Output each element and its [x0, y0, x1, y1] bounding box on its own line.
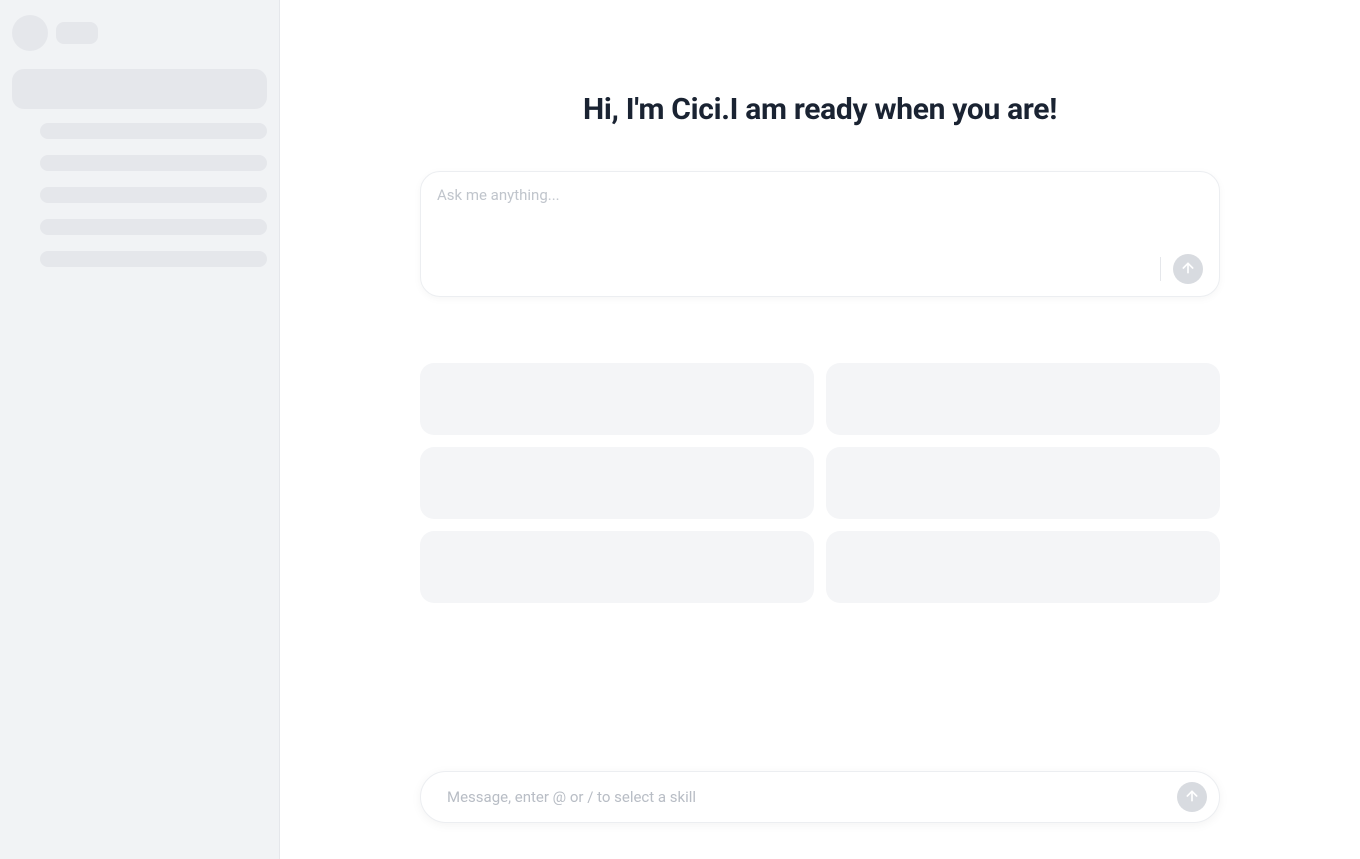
sidebar-header [12, 15, 267, 51]
sidebar-line-skeleton [40, 155, 267, 171]
name-skeleton [56, 22, 98, 44]
sidebar-line-skeleton [40, 123, 267, 139]
bottom-input-bar [420, 771, 1220, 823]
sidebar-block-skeleton [12, 69, 267, 109]
avatar-skeleton [12, 15, 48, 51]
sidebar-line-skeleton [40, 251, 267, 267]
main-input-actions [437, 254, 1203, 284]
suggestion-card-skeleton [420, 447, 814, 519]
arrow-up-icon [1180, 260, 1196, 279]
suggestion-card-skeleton [420, 531, 814, 603]
hero-title: Hi, I'm Cici.I am ready when you are! [583, 92, 1057, 127]
send-button-bottom[interactable] [1177, 782, 1207, 812]
sidebar-line-skeleton [40, 187, 267, 203]
send-button-main[interactable] [1173, 254, 1203, 284]
suggestion-card-skeleton [826, 531, 1220, 603]
message-input[interactable] [447, 788, 1177, 806]
arrow-up-icon [1184, 788, 1200, 807]
suggestion-cards [420, 363, 1220, 603]
main-input[interactable] [437, 186, 1203, 246]
sidebar-line-skeleton [40, 219, 267, 235]
sidebar [0, 0, 280, 859]
main-input-card [420, 171, 1220, 297]
main-content: Hi, I'm Cici.I am ready when you are! [280, 0, 1360, 859]
suggestion-card-skeleton [826, 447, 1220, 519]
suggestion-card-skeleton [826, 363, 1220, 435]
separator [1160, 257, 1161, 281]
suggestion-card-skeleton [420, 363, 814, 435]
